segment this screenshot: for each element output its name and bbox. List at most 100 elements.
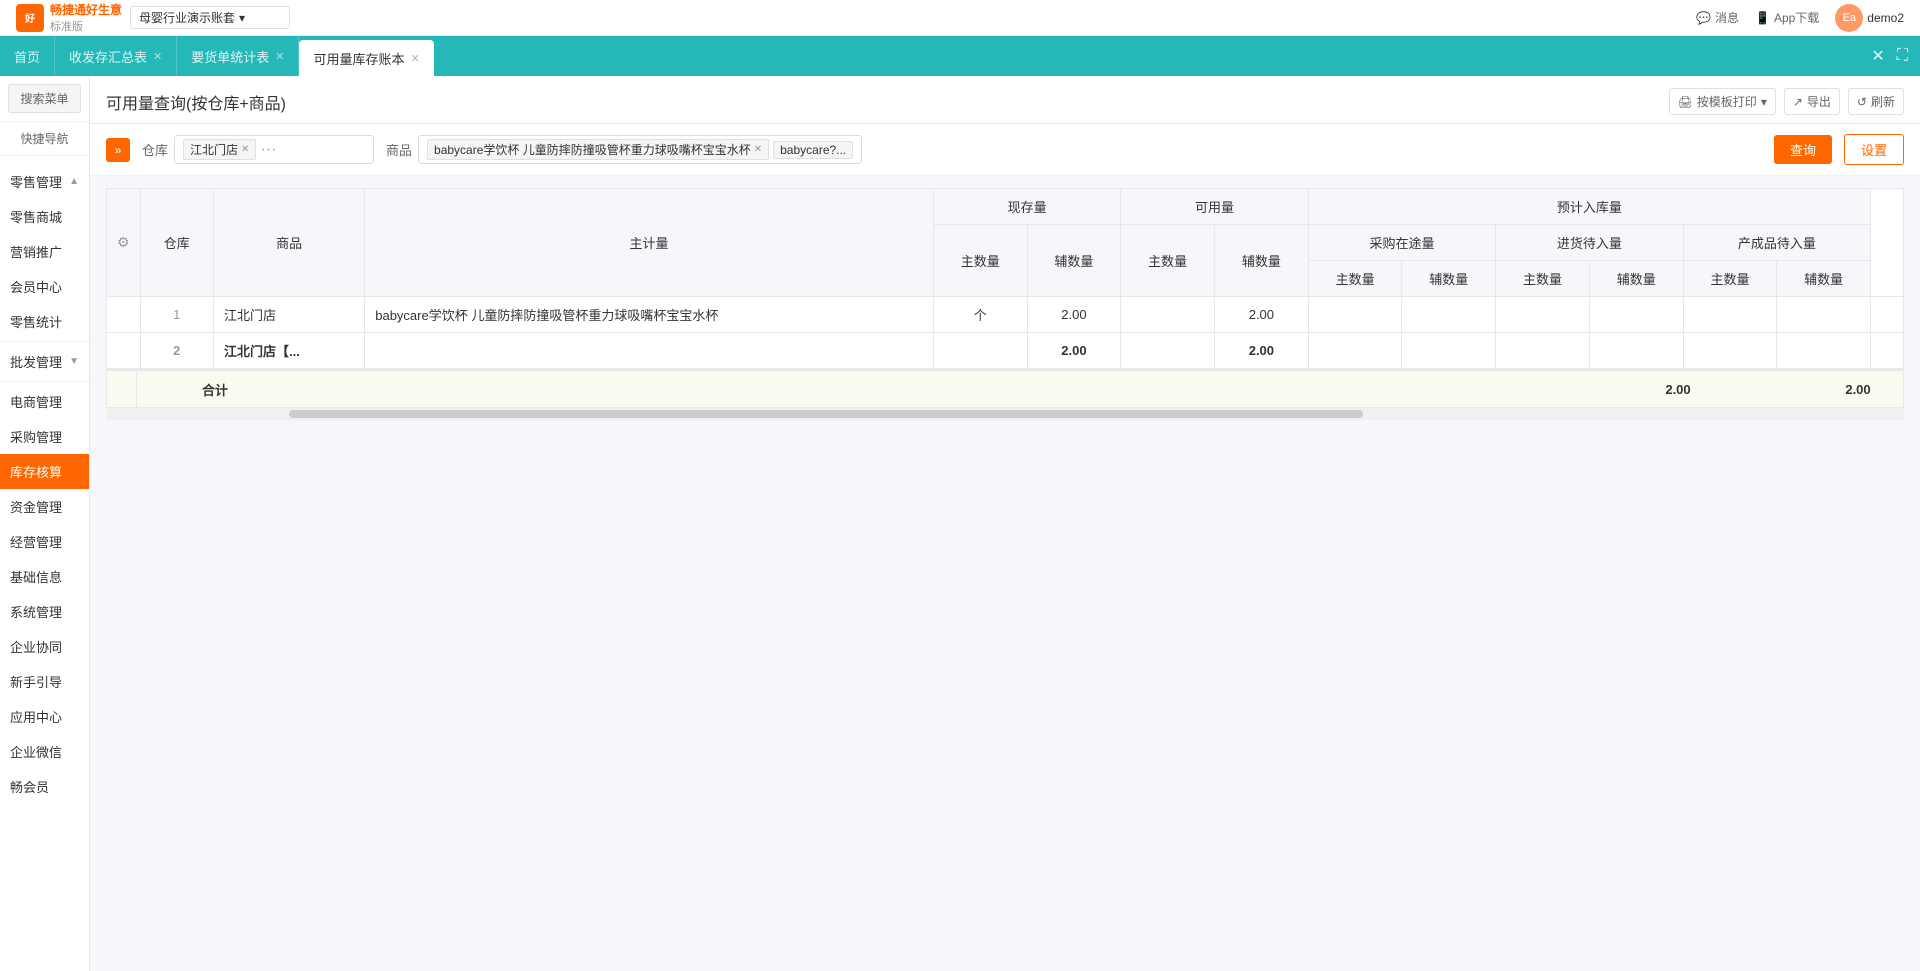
- row-available-aux: [1308, 297, 1402, 333]
- sidebar-item-ecommerce[interactable]: 电商管理: [0, 384, 89, 419]
- available-main-qty-header: 主数量: [1121, 225, 1215, 297]
- footer-available-main: 2.00: [1813, 382, 1903, 397]
- sidebar-item-member[interactable]: 会员中心: [0, 269, 89, 304]
- sidebar-item-marketing[interactable]: 营销推广: [0, 234, 89, 269]
- expected-group-header: 预计入库量: [1308, 189, 1870, 225]
- chevron-icon: ▼: [69, 356, 79, 367]
- row-arrival-aux: [1683, 297, 1777, 333]
- page-actions: 🖨 按模板打印 ▾ ↗ 导出 ↺ 刷新: [1669, 88, 1904, 115]
- sidebar-search-area: 搜索菜单: [0, 76, 89, 122]
- app-download-button[interactable]: 📱 App下载: [1755, 9, 1819, 26]
- tab-home[interactable]: 首页: [0, 36, 55, 76]
- tab-receipts[interactable]: 收发存汇总表 ✕: [55, 36, 177, 76]
- product-tag-1: babycare学饮杯 儿童防摔防撞吸管杯重力球吸嘴杯宝宝水杯 ✕: [427, 139, 769, 160]
- product-input[interactable]: babycare学饮杯 儿童防摔防撞吸管杯重力球吸嘴杯宝宝水杯 ✕ babyca…: [418, 135, 862, 164]
- row-unit: 个: [933, 297, 1027, 333]
- table-area: ⚙ 仓库 商品 主计量 现存量 可用量 预计入库量 主数量 辅数量 主数量 辅数…: [90, 176, 1920, 971]
- available-aux-qty-header: 辅数量: [1215, 225, 1309, 297]
- row-production-aux: [1871, 297, 1904, 333]
- sidebar-item-retail-store[interactable]: 零售商城: [0, 199, 89, 234]
- close-receipts-tab[interactable]: ✕: [153, 50, 162, 63]
- settings-button[interactable]: 设置: [1844, 134, 1904, 165]
- sidebar-item-purchase[interactable]: 采购管理: [0, 419, 89, 454]
- print-button[interactable]: 🖨 按模板打印 ▾: [1669, 88, 1776, 115]
- stock-aux-qty-header: 辅数量: [1027, 225, 1121, 297]
- search-menu-button[interactable]: 搜索菜单: [8, 84, 81, 113]
- sidebar-item-retail-stats[interactable]: 零售统计: [0, 304, 89, 339]
- footer-label: 合计: [137, 380, 293, 399]
- more-options-icon[interactable]: ···: [260, 141, 276, 159]
- warehouse-input[interactable]: 江北门店 ✕ ···: [174, 135, 374, 164]
- purchase-aux-qty-header: 辅数量: [1402, 261, 1496, 297]
- sidebar-item-system[interactable]: 系统管理: [0, 594, 89, 629]
- tab-spacer: [434, 36, 1868, 76]
- product-tag-2: babycare?...: [773, 141, 853, 159]
- arrival-main-qty-header: 主数量: [1496, 261, 1590, 297]
- query-button[interactable]: 查询: [1774, 135, 1832, 164]
- warehouse-label: 仓库: [142, 140, 168, 159]
- sidebar-item-enterprise[interactable]: 企业协同: [0, 629, 89, 664]
- quick-nav-button[interactable]: 快捷导航: [0, 122, 89, 156]
- page-header: 可用量查询(按仓库+商品) 🖨 按模板打印 ▾ ↗ 导出 ↺ 刷新: [90, 76, 1920, 124]
- refresh-icon: ↺: [1857, 95, 1867, 109]
- sidebar-item-inventory[interactable]: 库存核算: [0, 454, 89, 489]
- remove-product-tag1[interactable]: ✕: [754, 144, 762, 155]
- purchase-in-sub-header: 采购在途量: [1308, 225, 1495, 261]
- sidebar-item-basic[interactable]: 基础信息: [0, 559, 89, 594]
- stock-main-qty-header: 主数量: [933, 225, 1027, 297]
- tab-orders[interactable]: 要货单统计表 ✕: [177, 36, 299, 76]
- sidebar-item-app-center[interactable]: 应用中心: [0, 699, 89, 734]
- sidebar-item-operations[interactable]: 经营管理: [0, 524, 89, 559]
- export-button[interactable]: ↗ 导出: [1784, 88, 1840, 115]
- sidebar-item-retail-mgmt[interactable]: 零售管理 ▲: [0, 164, 89, 199]
- close-all-tabs-button[interactable]: ✕: [1867, 42, 1888, 70]
- phone-icon: 📱: [1755, 11, 1770, 25]
- arrival-aux-qty-header: 辅数量: [1589, 261, 1683, 297]
- message-icon: 💬: [1696, 11, 1711, 25]
- industry-selector[interactable]: 母婴行业演示账套 ▾: [130, 6, 290, 29]
- tab-bar-actions: ✕ ⛶: [1867, 36, 1920, 76]
- available-group-header: 可用量: [1121, 189, 1308, 225]
- sidebar-item-finance[interactable]: 资金管理: [0, 489, 89, 524]
- sidebar-item-vip[interactable]: 畅会员: [0, 769, 89, 804]
- horizontal-scrollbar[interactable]: [106, 408, 1904, 420]
- expand-tabs-button[interactable]: ⛶: [1893, 43, 1912, 69]
- top-bar: 好 畅捷通好生意 标准版 母婴行业演示账套 ▾ 💬 消息 📱 App下载 Ea …: [0, 0, 1920, 36]
- product-filter: 商品 babycare学饮杯 儿童防摔防撞吸管杯重力球吸嘴杯宝宝水杯 ✕ bab…: [386, 135, 862, 164]
- message-button[interactable]: 💬 消息: [1696, 9, 1739, 26]
- sidebar-divider-1: [0, 341, 89, 342]
- double-arrow-icon: »: [115, 143, 122, 157]
- close-available-tab[interactable]: ✕: [411, 52, 420, 65]
- table-footer: 合计 2.00 2.00: [106, 369, 1904, 408]
- row-stock-aux: [1121, 333, 1215, 369]
- export-icon: ↗: [1793, 95, 1803, 109]
- content-area: 可用量查询(按仓库+商品) 🖨 按模板打印 ▾ ↗ 导出 ↺ 刷新: [90, 76, 1920, 971]
- user-name: demo2: [1867, 11, 1904, 25]
- print-icon: 🖨: [1678, 95, 1693, 109]
- row-arrival-aux: [1683, 333, 1777, 369]
- remove-warehouse-tag[interactable]: ✕: [241, 144, 249, 155]
- refresh-button[interactable]: ↺ 刷新: [1848, 88, 1904, 115]
- row-production-aux: [1871, 333, 1904, 369]
- logo-text: 畅捷通好生意 标准版: [50, 1, 122, 34]
- row-unit: [933, 333, 1027, 369]
- row-settings: [107, 297, 141, 333]
- table-row: 1 江北门店 babycare学饮杯 儿童防摔防撞吸管杯重力球吸嘴杯宝宝水杯 个…: [107, 297, 1904, 333]
- user-profile[interactable]: Ea demo2: [1835, 4, 1904, 32]
- warehouse-tag: 江北门店 ✕: [183, 139, 256, 160]
- gear-icon[interactable]: ⚙: [117, 234, 130, 250]
- close-orders-tab[interactable]: ✕: [275, 50, 284, 63]
- row-purchase-main: [1402, 297, 1496, 333]
- sidebar-item-newbie[interactable]: 新手引导: [0, 664, 89, 699]
- chevron-icon: ▲: [69, 176, 79, 187]
- sidebar: 搜索菜单 快捷导航 零售管理 ▲ 零售商城 营销推广 会员中心 零售统计 批发管…: [0, 76, 90, 971]
- row-stock-main: 2.00: [1027, 333, 1121, 369]
- row-available-main: 2.00: [1215, 333, 1309, 369]
- tab-available[interactable]: 可用量库存账本 ✕: [299, 40, 433, 76]
- production-sub-header: 产成品待入量: [1683, 225, 1870, 261]
- expand-filter-button[interactable]: »: [106, 138, 130, 162]
- row-num: 1: [140, 297, 213, 333]
- product-col-header: 商品: [213, 189, 364, 297]
- sidebar-item-wholesale-mgmt[interactable]: 批发管理 ▼: [0, 344, 89, 379]
- sidebar-item-enterprise-wechat[interactable]: 企业微信: [0, 734, 89, 769]
